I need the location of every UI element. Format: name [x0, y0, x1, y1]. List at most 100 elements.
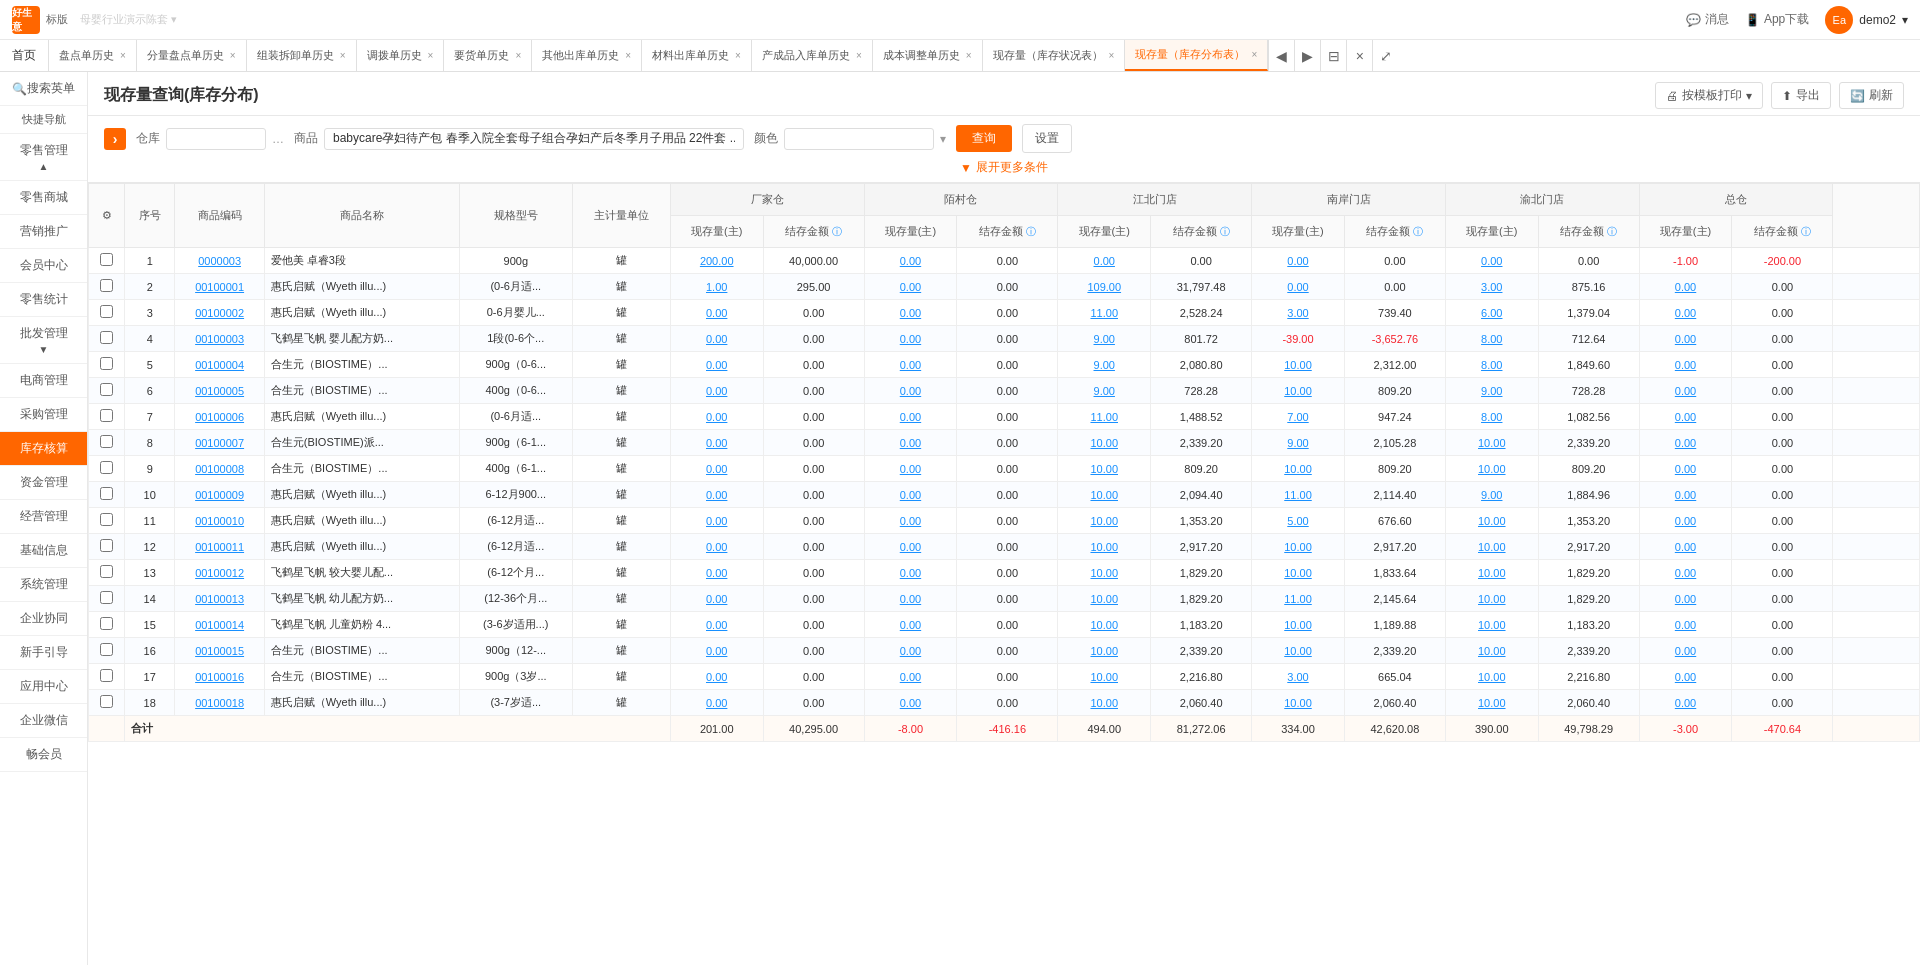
row-extra	[1833, 456, 1920, 482]
print-btn[interactable]: 🖨 按模板打印 ▾	[1655, 82, 1763, 109]
row-code: 00100002	[175, 300, 264, 326]
top-dropdown[interactable]: 母婴行业演示陈套 ▾	[80, 12, 177, 27]
row-unit: 罐	[572, 534, 670, 560]
sidebar-item-finance[interactable]: 资金管理	[0, 466, 87, 500]
tab-finished-in-close[interactable]: ×	[856, 50, 862, 61]
row-check[interactable]	[89, 690, 125, 716]
cell-qty-3: 10.00	[1252, 352, 1345, 378]
tab-prev-btn[interactable]: ◀	[1268, 40, 1294, 71]
sidebar-item-purchase[interactable]: 采购管理	[0, 398, 87, 432]
sidebar-search[interactable]: 🔍 搜索英单	[0, 72, 87, 106]
row-check[interactable]	[89, 534, 125, 560]
tab-other-out-close[interactable]: ×	[625, 50, 631, 61]
tab-requisition[interactable]: 要货单历史 ×	[444, 40, 532, 71]
row-extra	[1833, 612, 1920, 638]
row-code: 00100008	[175, 456, 264, 482]
export-btn[interactable]: ⬆ 导出	[1771, 82, 1831, 109]
sidebar-item-retail-mgmt[interactable]: 零售管理 ▲	[0, 134, 87, 181]
sidebar-quick-nav[interactable]: 快捷导航	[0, 106, 87, 134]
row-check[interactable]	[89, 430, 125, 456]
cell-amt-1: 0.00	[957, 612, 1058, 638]
row-check[interactable]	[89, 300, 125, 326]
sidebar-item-ecommerce[interactable]: 电商管理	[0, 364, 87, 398]
row-check[interactable]	[89, 352, 125, 378]
goods-input[interactable]	[324, 128, 744, 150]
tab-material-out[interactable]: 材料出库单历史 ×	[642, 40, 752, 71]
sidebar-item-wholesale[interactable]: 批发管理 ▼	[0, 317, 87, 364]
row-check[interactable]	[89, 612, 125, 638]
tab-home[interactable]: 首页	[0, 40, 49, 71]
sidebar-item-enterprise[interactable]: 企业协同	[0, 602, 87, 636]
row-extra	[1833, 378, 1920, 404]
tab-requisition-close[interactable]: ×	[515, 50, 521, 61]
tab-inventory-check[interactable]: 盘点单历史 ×	[49, 40, 137, 71]
row-extra	[1833, 274, 1920, 300]
row-check[interactable]	[89, 638, 125, 664]
tab-assembly[interactable]: 组装拆卸单历史 ×	[247, 40, 357, 71]
tab-sub-inventory[interactable]: 分量盘点单历史 ×	[137, 40, 247, 71]
sidebar-item-app-center[interactable]: 应用中心	[0, 670, 87, 704]
row-check[interactable]	[89, 560, 125, 586]
row-check[interactable]	[89, 482, 125, 508]
user-area[interactable]: 刷新 Ea demo2 ▾	[1825, 6, 1908, 34]
sidebar-item-marketing[interactable]: 营销推广	[0, 215, 87, 249]
sidebar-item-operations[interactable]: 经营管理	[0, 500, 87, 534]
row-check[interactable]	[89, 508, 125, 534]
tab-next-btn[interactable]: ▶	[1294, 40, 1320, 71]
tab-transfer-close[interactable]: ×	[428, 50, 434, 61]
tab-transfer[interactable]: 调拨单历史 ×	[357, 40, 445, 71]
row-check[interactable]	[89, 456, 125, 482]
sidebar-item-wechat[interactable]: 企业微信	[0, 704, 87, 738]
tab-more-btn[interactable]: ⊟	[1320, 40, 1346, 71]
col-settings[interactable]: ⚙	[89, 184, 125, 248]
warehouse-input[interactable]	[166, 128, 266, 150]
tab-assembly-close[interactable]: ×	[340, 50, 346, 61]
row-name: 惠氏启赋（Wyeth illu...)	[264, 534, 459, 560]
search-btn[interactable]: 查询	[956, 125, 1012, 152]
row-check[interactable]	[89, 586, 125, 612]
tab-inventory-check-close[interactable]: ×	[120, 50, 126, 61]
sidebar-item-basic-info[interactable]: 基础信息	[0, 534, 87, 568]
tab-stock-distribution[interactable]: 现存量（库存分布表） ×	[1125, 40, 1268, 71]
cell-qty-2: 10.00	[1058, 586, 1151, 612]
row-extra	[1833, 586, 1920, 612]
sidebar-item-retail-mall[interactable]: 零售商城	[0, 181, 87, 215]
tab-cost-adjust-close[interactable]: ×	[966, 50, 972, 61]
cell-qty-0: 0.00	[670, 586, 763, 612]
tab-expand-btn[interactable]: ⤢	[1372, 40, 1398, 71]
tab-stock-status-close[interactable]: ×	[1109, 50, 1115, 61]
row-check[interactable]	[89, 248, 125, 274]
sidebar-item-retail-stats[interactable]: 零售统计	[0, 283, 87, 317]
cell-qty-1: 0.00	[864, 300, 957, 326]
tab-cost-adjust[interactable]: 成本调整单历史 ×	[873, 40, 983, 71]
row-check[interactable]	[89, 326, 125, 352]
tab-sub-inventory-close[interactable]: ×	[230, 50, 236, 61]
sidebar-item-sys-mgmt[interactable]: 系统管理	[0, 568, 87, 602]
row-check[interactable]	[89, 404, 125, 430]
summary-row: 合计 201.00 40,295.00 -8.00 -416.16 494.00…	[89, 716, 1920, 742]
tab-finished-in[interactable]: 产成品入库单历史 ×	[752, 40, 873, 71]
row-check[interactable]	[89, 664, 125, 690]
expand-conditions-btn[interactable]: ▼ 展开更多条件	[104, 153, 1904, 182]
tab-stock-distribution-close[interactable]: ×	[1251, 49, 1257, 60]
app-download-btn[interactable]: 📱 App下载	[1745, 11, 1809, 28]
settings-filter-btn[interactable]: 设置	[1022, 124, 1072, 153]
tab-other-out[interactable]: 其他出库单历史 ×	[532, 40, 642, 71]
row-check[interactable]	[89, 378, 125, 404]
cell-qty-4: 9.00	[1445, 482, 1538, 508]
tab-material-out-close[interactable]: ×	[735, 50, 741, 61]
row-check[interactable]	[89, 274, 125, 300]
row-extra	[1833, 508, 1920, 534]
sidebar-item-inventory[interactable]: 库存核算	[0, 432, 87, 466]
filter-toggle-btn[interactable]: ›	[104, 128, 126, 150]
cell-amt-5: 0.00	[1732, 508, 1833, 534]
sidebar-item-member2[interactable]: 畅会员	[0, 738, 87, 772]
message-btn[interactable]: 💬 消息	[1686, 11, 1729, 28]
sidebar-item-operations-label: 经营管理	[20, 508, 68, 525]
color-input[interactable]	[784, 128, 934, 150]
sidebar-item-member[interactable]: 会员中心	[0, 249, 87, 283]
refresh-btn[interactable]: 🔄 刷新	[1839, 82, 1904, 109]
sidebar-item-guide[interactable]: 新手引导	[0, 636, 87, 670]
tab-stock-status[interactable]: 现存量（库存状况表） ×	[983, 40, 1126, 71]
tab-close-all-btn[interactable]: ×	[1346, 40, 1372, 71]
